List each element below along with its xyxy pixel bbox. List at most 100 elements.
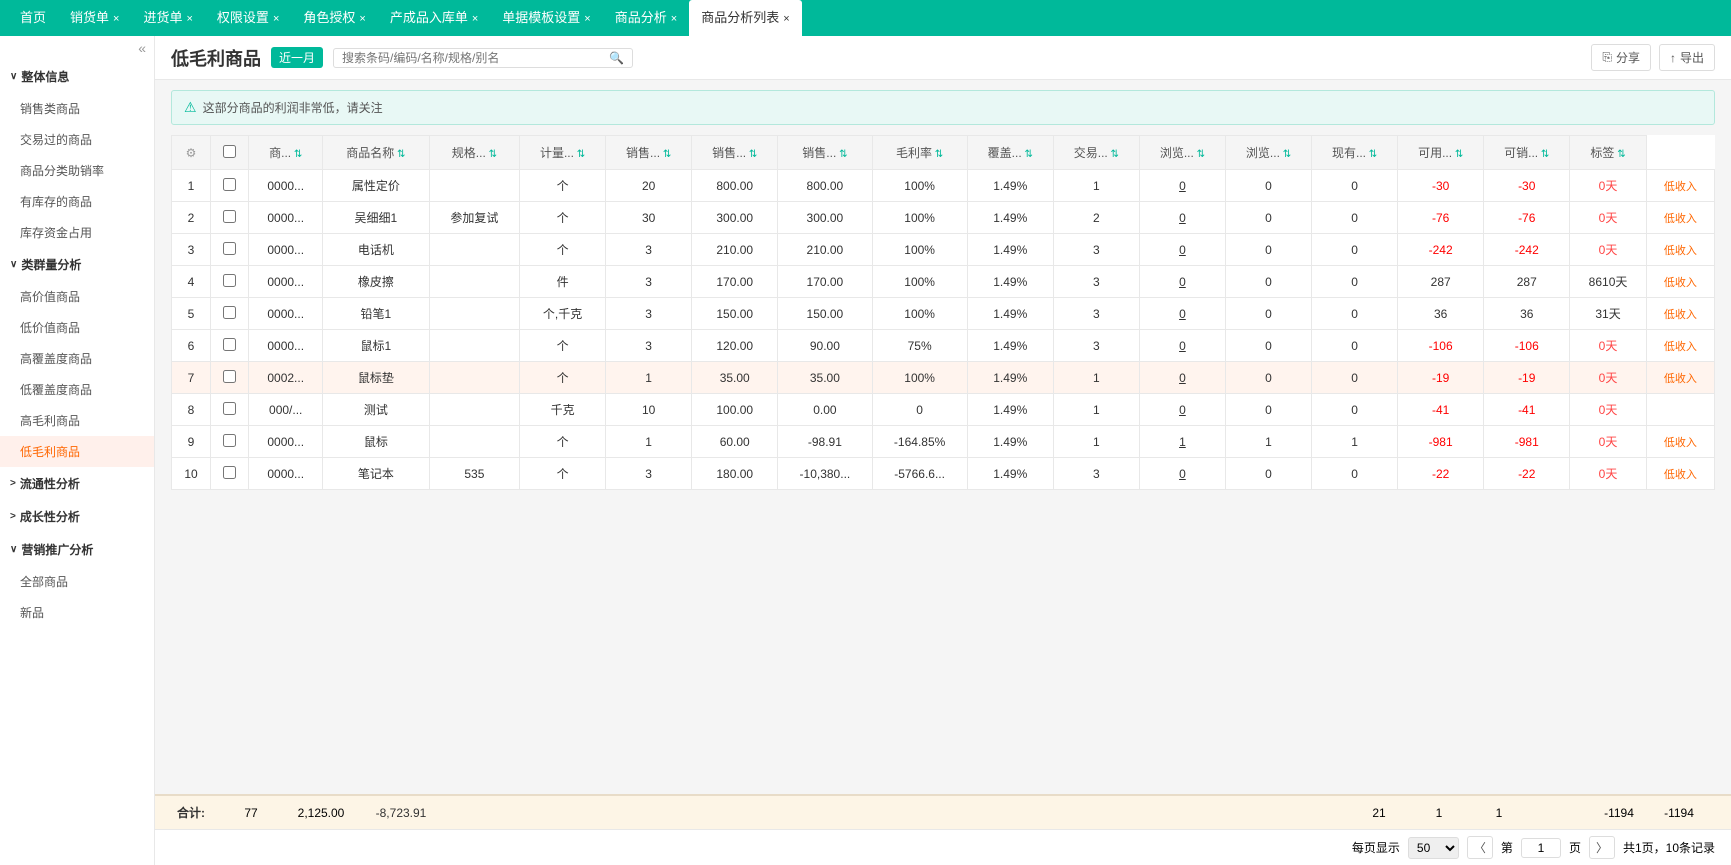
sidebar-group-title[interactable]: ∨类群量分析 <box>0 248 154 281</box>
tag[interactable]: 低收入 <box>1646 170 1714 202</box>
tag[interactable]: 低收入 <box>1646 234 1714 266</box>
nav-item[interactable]: 首页 <box>8 0 58 36</box>
nav-item[interactable]: 商品分析× <box>603 0 689 37</box>
row-checkbox-input[interactable] <box>223 434 236 447</box>
sidebar-item[interactable]: 有库存的商品 <box>0 186 154 217</box>
table-column-header[interactable]: 可用... ⇅ <box>1398 136 1484 170</box>
trade[interactable]: 0 <box>1139 234 1225 266</box>
row-checkbox-input[interactable] <box>223 402 236 415</box>
nav-item[interactable]: 进货单× <box>131 0 204 37</box>
nav-item[interactable]: 产成品入库单× <box>378 0 490 37</box>
row-checkbox-input[interactable] <box>223 274 236 287</box>
trade-count-link[interactable]: 0 <box>1179 211 1186 225</box>
tag[interactable]: 低收入 <box>1646 458 1714 490</box>
nav-item[interactable]: 商品分析列表× <box>689 0 801 37</box>
sidebar-item[interactable]: 全部商品 <box>0 566 154 597</box>
tag[interactable]: 低收入 <box>1646 426 1714 458</box>
nav-item[interactable]: 角色授权× <box>291 0 377 37</box>
action-button[interactable]: ↑导出 <box>1659 44 1715 71</box>
table-column-header[interactable]: 标签 ⇅ <box>1570 136 1646 170</box>
sidebar-item[interactable]: 库存资金占用 <box>0 217 154 248</box>
tag-badge[interactable]: 低收入 <box>1664 181 1697 193</box>
trade[interactable]: 0 <box>1139 266 1225 298</box>
tag-badge[interactable]: 低收入 <box>1664 213 1697 225</box>
settings-icon[interactable]: ⚙ <box>186 146 197 160</box>
action-button[interactable]: ⎘分享 <box>1591 44 1651 71</box>
sidebar-item[interactable]: 新品 <box>0 597 154 628</box>
table-column-header[interactable]: 商... ⇅ <box>249 136 323 170</box>
table-column-header[interactable]: 覆盖... ⇅ <box>967 136 1053 170</box>
trade-count-link[interactable]: 0 <box>1179 307 1186 321</box>
sidebar-item[interactable]: 高毛利商品 <box>0 405 154 436</box>
row-checkbox-input[interactable] <box>223 370 236 383</box>
trade[interactable]: 0 <box>1139 458 1225 490</box>
table-column-header[interactable]: 销售... ⇅ <box>606 136 692 170</box>
trade[interactable]: 0 <box>1139 202 1225 234</box>
table-column-header[interactable]: 销售... ⇅ <box>778 136 872 170</box>
nav-item[interactable]: 权限设置× <box>205 0 291 37</box>
trade[interactable]: 0 <box>1139 170 1225 202</box>
trade[interactable]: 0 <box>1139 298 1225 330</box>
sidebar-group-title[interactable]: >成长性分析 <box>0 500 154 533</box>
table-column-header[interactable]: 毛利率 ⇅ <box>872 136 967 170</box>
sidebar-group-title[interactable]: >流通性分析 <box>0 467 154 500</box>
tag-badge[interactable]: 低收入 <box>1664 437 1697 449</box>
sidebar-item[interactable]: 高价值商品 <box>0 281 154 312</box>
sidebar-item[interactable]: 低价值商品 <box>0 312 154 343</box>
trade-count-link[interactable]: 0 <box>1179 403 1186 417</box>
search-box[interactable]: 🔍 <box>333 48 633 68</box>
sidebar-item[interactable]: 低覆盖度商品 <box>0 374 154 405</box>
sidebar-collapse-button[interactable]: « <box>134 40 150 56</box>
trade-count-link[interactable]: 1 <box>1179 435 1186 449</box>
nav-item[interactable]: 销货单× <box>58 0 131 37</box>
tag[interactable]: 低收入 <box>1646 330 1714 362</box>
trade[interactable]: 0 <box>1139 330 1225 362</box>
close-icon[interactable]: × <box>584 13 590 25</box>
table-column-header[interactable]: 浏览... ⇅ <box>1225 136 1311 170</box>
close-icon[interactable]: × <box>186 13 192 25</box>
page-size-select[interactable]: 102050100 <box>1408 837 1459 859</box>
row-checkbox-input[interactable] <box>223 210 236 223</box>
row-checkbox-input[interactable] <box>223 242 236 255</box>
close-icon[interactable]: × <box>472 13 478 25</box>
tag[interactable]: 低收入 <box>1646 298 1714 330</box>
close-icon[interactable]: × <box>113 13 119 25</box>
sidebar-item[interactable]: 低毛利商品 <box>0 436 154 467</box>
sidebar-group-title[interactable]: ∨营销推广分析 <box>0 533 154 566</box>
tag[interactable]: 低收入 <box>1646 266 1714 298</box>
trade[interactable]: 0 <box>1139 362 1225 394</box>
nav-item[interactable]: 单据模板设置× <box>490 0 602 37</box>
tag-badge[interactable]: 低收入 <box>1664 469 1697 481</box>
sidebar-group-title[interactable]: ∨整体信息 <box>0 60 154 93</box>
close-icon[interactable]: × <box>671 13 677 25</box>
close-icon[interactable]: × <box>783 13 789 25</box>
sidebar-item[interactable]: 高覆盖度商品 <box>0 343 154 374</box>
table-column-header[interactable]: 计量... ⇅ <box>520 136 606 170</box>
table-column-header[interactable]: 交易... ⇅ <box>1053 136 1139 170</box>
close-icon[interactable]: × <box>273 13 279 25</box>
row-checkbox-input[interactable] <box>223 338 236 351</box>
tag-badge[interactable]: 低收入 <box>1664 309 1697 321</box>
tag[interactable] <box>1646 394 1714 426</box>
select-all-checkbox[interactable] <box>223 145 236 158</box>
trade-count-link[interactable]: 0 <box>1179 371 1186 385</box>
tag-badge[interactable]: 低收入 <box>1664 341 1697 353</box>
table-column-header[interactable]: 规格... ⇅ <box>429 136 519 170</box>
row-checkbox-input[interactable] <box>223 306 236 319</box>
sidebar-item[interactable]: 交易过的商品 <box>0 124 154 155</box>
page-number-input[interactable] <box>1521 838 1561 858</box>
table-column-header[interactable]: 可销... ⇅ <box>1484 136 1570 170</box>
table-column-header[interactable]: 销售... ⇅ <box>692 136 778 170</box>
prev-page-button[interactable]: 〈 <box>1467 836 1493 859</box>
tag-badge[interactable]: 低收入 <box>1664 373 1697 385</box>
trade[interactable]: 1 <box>1139 426 1225 458</box>
next-page-button[interactable]: 〉 <box>1589 836 1615 859</box>
tag-badge[interactable]: 低收入 <box>1664 245 1697 257</box>
sidebar-item[interactable]: 销售类商品 <box>0 93 154 124</box>
tag-badge[interactable]: 低收入 <box>1664 277 1697 289</box>
trade-count-link[interactable]: 0 <box>1179 275 1186 289</box>
row-checkbox-input[interactable] <box>223 178 236 191</box>
tag[interactable]: 低收入 <box>1646 202 1714 234</box>
tag[interactable]: 低收入 <box>1646 362 1714 394</box>
row-checkbox-input[interactable] <box>223 466 236 479</box>
